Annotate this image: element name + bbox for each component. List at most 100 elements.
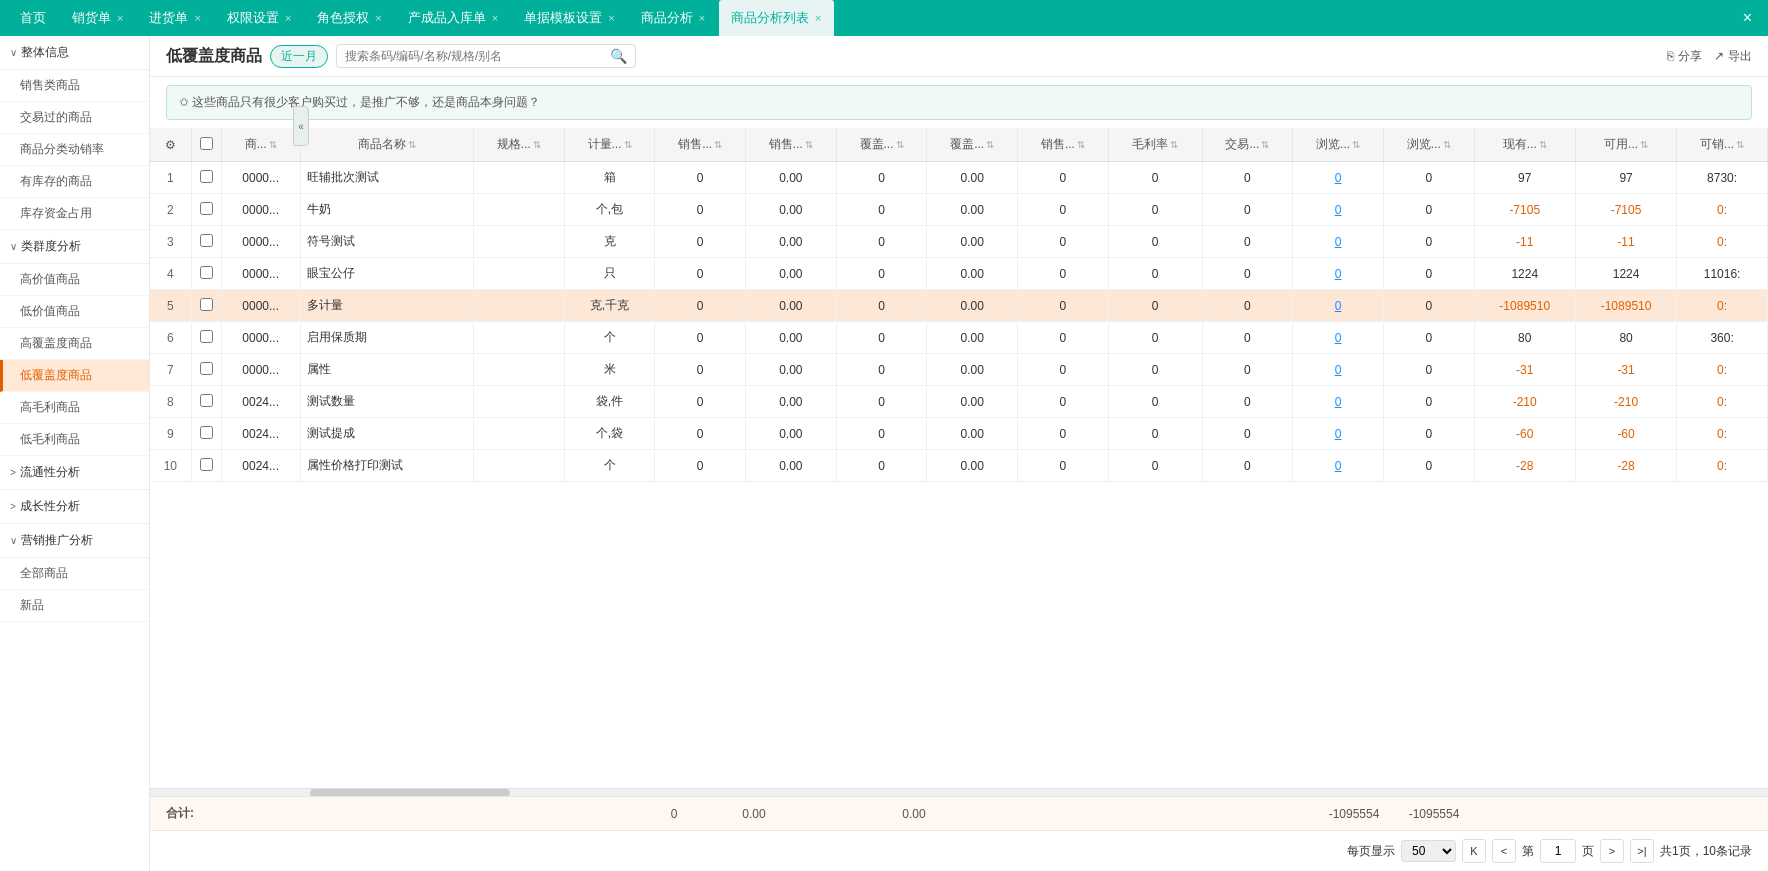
- col-sales2[interactable]: 销售...⇅: [746, 128, 837, 162]
- row-browse1[interactable]: 0: [1293, 450, 1384, 482]
- col-trade[interactable]: 交易...⇅: [1202, 128, 1293, 162]
- row-browse1[interactable]: 0: [1293, 226, 1384, 258]
- search-box[interactable]: 🔍: [336, 44, 636, 68]
- row-checkbox[interactable]: [200, 394, 213, 407]
- row-checkbox-cell[interactable]: [191, 194, 221, 226]
- col-saleable[interactable]: 可销...⇅: [1677, 128, 1768, 162]
- nav-purchase[interactable]: 进货单 ×: [137, 0, 212, 36]
- sidebar-item-capital-usage[interactable]: 库存资金占用: [0, 198, 149, 230]
- sidebar-item-stock-goods[interactable]: 有库存的商品: [0, 166, 149, 198]
- sidebar-item-traded-goods[interactable]: 交易过的商品: [0, 102, 149, 134]
- row-checkbox[interactable]: [200, 458, 213, 471]
- first-page-btn[interactable]: K: [1462, 839, 1486, 863]
- next-page-btn[interactable]: >: [1600, 839, 1624, 863]
- close-all-tabs[interactable]: ×: [1735, 9, 1760, 27]
- row-checkbox-cell[interactable]: [191, 226, 221, 258]
- sidebar-section-marketing[interactable]: ∨ 营销推广分析: [0, 524, 149, 558]
- col-cover2[interactable]: 覆盖...⇅: [927, 128, 1018, 162]
- row-checkbox[interactable]: [200, 362, 213, 375]
- nav-roles[interactable]: 角色授权 ×: [305, 0, 393, 36]
- sidebar-section-cluster[interactable]: ∨ 类群度分析: [0, 230, 149, 264]
- nav-close-roles[interactable]: ×: [375, 12, 381, 24]
- sidebar-item-low-coverage[interactable]: 低覆盖度商品: [0, 360, 149, 392]
- nav-templates[interactable]: 单据模板设置 ×: [512, 0, 626, 36]
- page-size-select[interactable]: 50 100 200: [1401, 840, 1456, 862]
- sidebar-item-high-coverage[interactable]: 高覆盖度商品: [0, 328, 149, 360]
- col-available[interactable]: 可用...⇅: [1575, 128, 1676, 162]
- sidebar-section-growth[interactable]: > 成长性分析: [0, 490, 149, 524]
- sidebar-item-all-goods[interactable]: 全部商品: [0, 558, 149, 590]
- row-browse1[interactable]: 0: [1293, 418, 1384, 450]
- nav-close-templates[interactable]: ×: [608, 12, 614, 24]
- row-browse1[interactable]: 0: [1293, 162, 1384, 194]
- row-checkbox[interactable]: [200, 170, 213, 183]
- row-browse1[interactable]: 0: [1293, 354, 1384, 386]
- row-checkbox[interactable]: [200, 202, 213, 215]
- filter-recent-month[interactable]: 近一月: [270, 45, 328, 68]
- sidebar-item-sales-goods[interactable]: 销售类商品: [0, 70, 149, 102]
- row-checkbox[interactable]: [200, 234, 213, 247]
- col-sales1[interactable]: 销售...⇅: [655, 128, 746, 162]
- row-checkbox[interactable]: [200, 266, 213, 279]
- nav-permissions[interactable]: 权限设置 ×: [215, 0, 303, 36]
- nav-close-sales[interactable]: ×: [117, 12, 123, 24]
- nav-analysis[interactable]: 商品分析 ×: [629, 0, 717, 36]
- row-browse1[interactable]: 0: [1293, 258, 1384, 290]
- row-checkbox-cell[interactable]: [191, 418, 221, 450]
- nav-close-analysis[interactable]: ×: [699, 12, 705, 24]
- sidebar-collapse-button[interactable]: «: [293, 106, 309, 146]
- row-browse1[interactable]: 0: [1293, 290, 1384, 322]
- nav-analysis-list[interactable]: 商品分析列表 ×: [719, 0, 833, 36]
- col-browse1[interactable]: 浏览...⇅: [1293, 128, 1384, 162]
- row-checkbox-cell[interactable]: [191, 450, 221, 482]
- nav-products[interactable]: 产成品入库单 ×: [396, 0, 510, 36]
- current-page-input[interactable]: [1540, 839, 1576, 863]
- sidebar-item-high-margin[interactable]: 高毛利商品: [0, 392, 149, 424]
- sidebar-item-low-value[interactable]: 低价值商品: [0, 296, 149, 328]
- col-cover1[interactable]: 覆盖...⇅: [836, 128, 927, 162]
- nav-close-analysis-list[interactable]: ×: [815, 12, 821, 24]
- row-checkbox-cell[interactable]: [191, 290, 221, 322]
- horizontal-scrollbar[interactable]: [150, 788, 1768, 796]
- sidebar-item-high-value[interactable]: 高价值商品: [0, 264, 149, 296]
- select-all-checkbox[interactable]: [200, 137, 213, 150]
- row-browse1[interactable]: 0: [1293, 386, 1384, 418]
- nav-sales[interactable]: 销货单 ×: [60, 0, 135, 36]
- row-checkbox-cell[interactable]: [191, 322, 221, 354]
- export-button[interactable]: ↗ 导出: [1714, 48, 1752, 65]
- nav-close-products[interactable]: ×: [492, 12, 498, 24]
- sidebar-item-new-goods[interactable]: 新品: [0, 590, 149, 622]
- sidebar-section-overview[interactable]: ∨ 整体信息: [0, 36, 149, 70]
- search-input[interactable]: [345, 49, 610, 63]
- row-checkbox[interactable]: [200, 426, 213, 439]
- col-sales3[interactable]: 销售...⇅: [1018, 128, 1109, 162]
- row-checkbox[interactable]: [200, 330, 213, 343]
- col-browse2[interactable]: 浏览...⇅: [1383, 128, 1474, 162]
- col-name[interactable]: 商品名称⇅: [300, 128, 473, 162]
- col-current[interactable]: 现有...⇅: [1474, 128, 1575, 162]
- nav-close-purchase[interactable]: ×: [194, 12, 200, 24]
- data-table-container[interactable]: ⚙ 商...⇅ 商品名称⇅ 规格...⇅ 计量...⇅ 销售...⇅ 销售...…: [150, 128, 1768, 788]
- row-browse1[interactable]: 0: [1293, 194, 1384, 226]
- row-checkbox-cell[interactable]: [191, 354, 221, 386]
- last-page-btn[interactable]: >|: [1630, 839, 1654, 863]
- col-margin[interactable]: 毛利率⇅: [1108, 128, 1202, 162]
- col-spec[interactable]: 规格...⇅: [474, 128, 565, 162]
- sidebar-item-category-rate[interactable]: 商品分类动销率: [0, 134, 149, 166]
- row-cover2: 0.00: [927, 194, 1018, 226]
- row-checkbox-cell[interactable]: [191, 162, 221, 194]
- col-code[interactable]: 商...⇅: [221, 128, 300, 162]
- share-button[interactable]: ⎘ 分享: [1667, 48, 1702, 65]
- col-settings[interactable]: ⚙: [150, 128, 191, 162]
- row-checkbox[interactable]: [200, 298, 213, 311]
- row-browse1[interactable]: 0: [1293, 322, 1384, 354]
- prev-page-btn[interactable]: <: [1492, 839, 1516, 863]
- nav-close-permissions[interactable]: ×: [285, 12, 291, 24]
- col-checkbox[interactable]: [191, 128, 221, 162]
- row-checkbox-cell[interactable]: [191, 258, 221, 290]
- row-checkbox-cell[interactable]: [191, 386, 221, 418]
- sidebar-item-low-margin[interactable]: 低毛利商品: [0, 424, 149, 456]
- nav-home[interactable]: 首页: [8, 0, 58, 36]
- col-unit[interactable]: 计量...⇅: [564, 128, 655, 162]
- sidebar-section-liquidity[interactable]: > 流通性分析: [0, 456, 149, 490]
